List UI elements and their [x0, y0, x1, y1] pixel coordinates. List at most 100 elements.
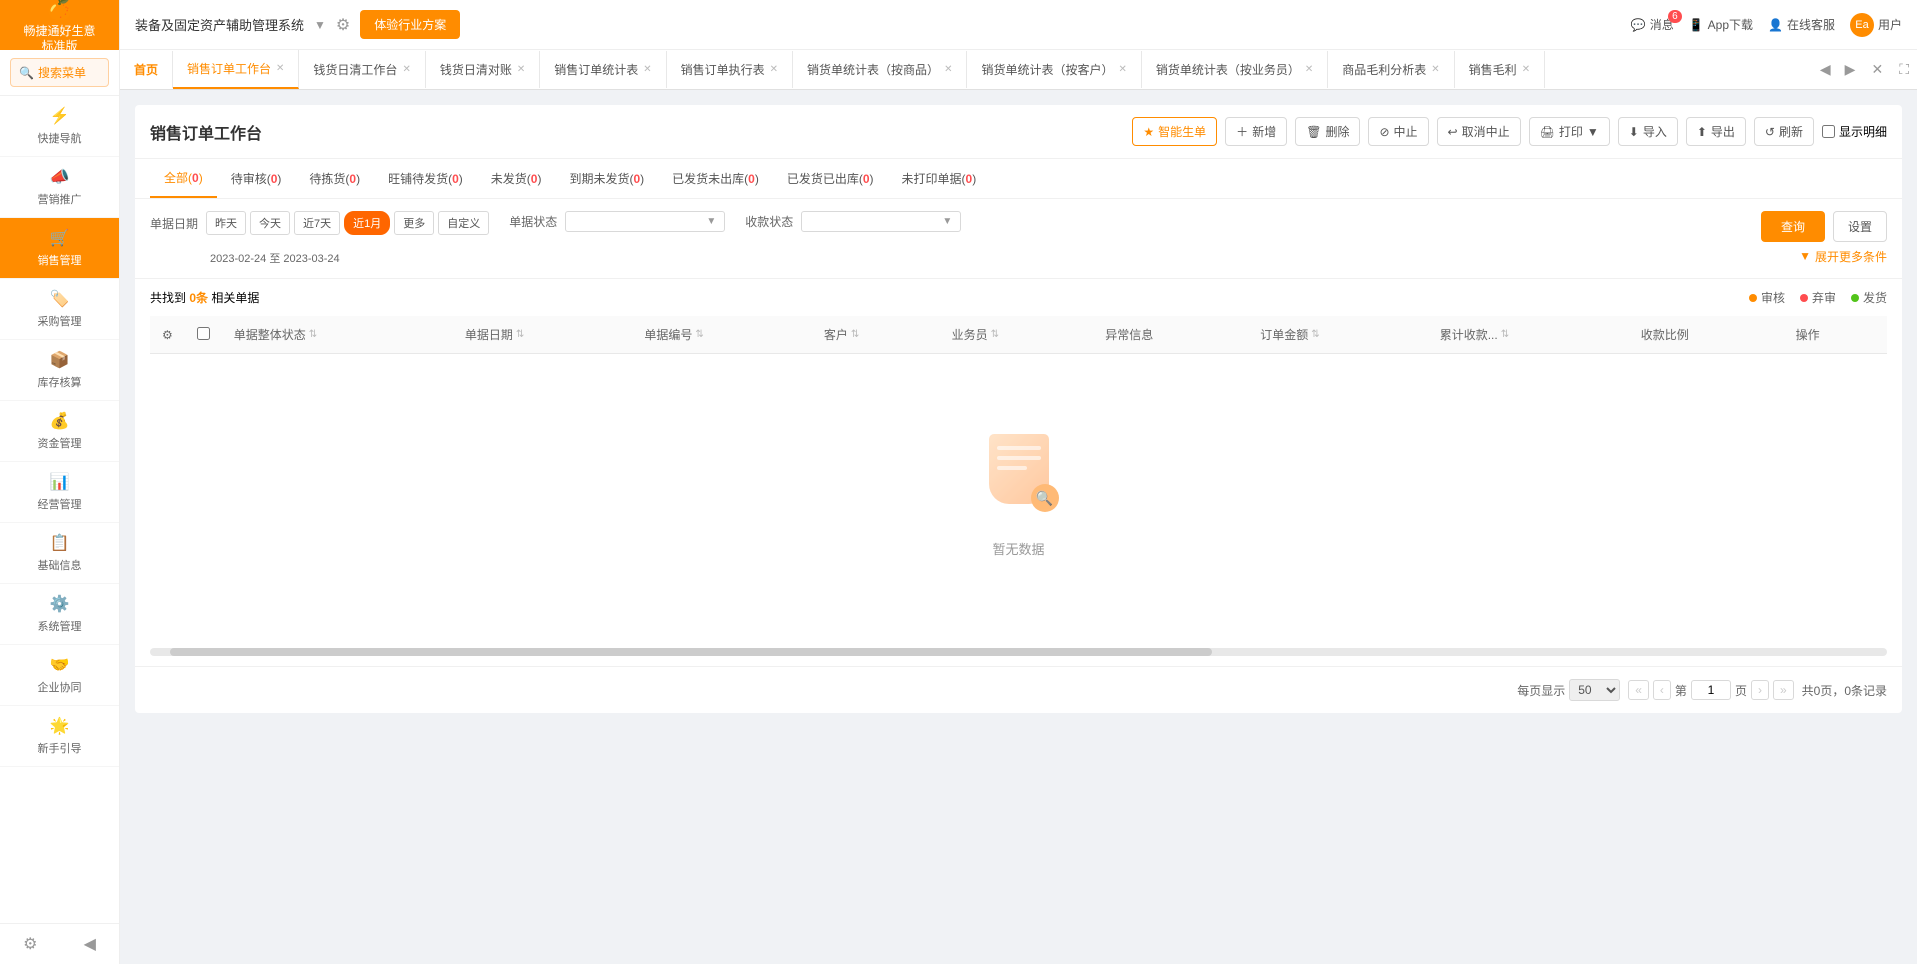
- scrollbar-thumb[interactable]: [170, 648, 1212, 656]
- table-col-date[interactable]: 单据日期⇅: [453, 316, 632, 354]
- horizontal-scrollbar[interactable]: [150, 648, 1887, 656]
- import-button[interactable]: ⬇ 导入: [1618, 117, 1678, 146]
- tab-sales-order[interactable]: 销售订单工作台✕: [173, 50, 299, 89]
- close-tab-sales-stat-icon[interactable]: ✕: [643, 64, 651, 75]
- tab-sales-stat-product[interactable]: 销货单统计表（按商品）✕: [793, 51, 967, 88]
- table-settings-col[interactable]: ⚙: [150, 316, 185, 354]
- tab-sales-stat[interactable]: 销售订单统计表✕: [540, 51, 666, 88]
- table-col-number[interactable]: 单据编号⇅: [632, 316, 811, 354]
- sort-number[interactable]: 单据编号⇅: [644, 326, 799, 343]
- date-btn-自定义[interactable]: 自定义: [438, 211, 489, 235]
- date-btn-近7天[interactable]: 近7天: [294, 211, 340, 235]
- tab-gross-margin[interactable]: 商品毛利分析表✕: [1328, 51, 1454, 88]
- sub-tab-unshipped[interactable]: 未发货(0): [477, 160, 556, 197]
- message-button[interactable]: 💬 6 消息: [1631, 16, 1674, 33]
- sidebar-item-enterprise[interactable]: 🤝企业协同: [0, 645, 119, 706]
- sort-staff[interactable]: 业务员⇅: [952, 326, 1082, 343]
- tab-scroll-left-icon[interactable]: ◀: [1814, 61, 1837, 78]
- sidebar-item-purchase[interactable]: 🏷️采购管理: [0, 279, 119, 340]
- close-tab-sales-stat-product-icon[interactable]: ✕: [944, 64, 952, 75]
- setting-button[interactable]: 设置: [1833, 211, 1887, 242]
- first-page-button[interactable]: «: [1628, 680, 1649, 700]
- tab-home[interactable]: 首页: [120, 51, 173, 88]
- sort-status[interactable]: 单据整体状态⇅: [234, 326, 441, 343]
- table-col-customer[interactable]: 客户⇅: [812, 316, 940, 354]
- ship-button[interactable]: 发货: [1851, 289, 1887, 306]
- date-btn-昨天[interactable]: 昨天: [206, 211, 246, 235]
- print-button[interactable]: 🖨 打印 ▼: [1529, 117, 1610, 146]
- sub-tab-all[interactable]: 全部(0): [150, 159, 217, 198]
- cancel-review-button[interactable]: 弃审: [1800, 289, 1836, 306]
- next-page-button[interactable]: ›: [1751, 680, 1769, 700]
- table-col-amount[interactable]: 订单金额⇅: [1248, 316, 1427, 354]
- add-button[interactable]: ＋ 新增: [1225, 117, 1287, 146]
- search-menu-button[interactable]: 🔍 搜索菜单: [10, 58, 109, 87]
- close-tab-sales-stat-staff-icon[interactable]: ✕: [1305, 64, 1313, 75]
- sidebar-item-system[interactable]: ⚙️系统管理: [0, 584, 119, 645]
- sub-tab-pending-review[interactable]: 待审核(0): [217, 160, 296, 197]
- export-button[interactable]: ⬆ 导出: [1686, 117, 1746, 146]
- last-page-button[interactable]: »: [1773, 680, 1794, 700]
- table-col-status[interactable]: 单据整体状态⇅: [222, 316, 453, 354]
- tab-sales-more[interactable]: 销售毛利✕: [1455, 51, 1545, 88]
- close-tab-cash-reconcile-icon[interactable]: ✕: [517, 64, 525, 75]
- show-detail-toggle[interactable]: 显示明细: [1822, 123, 1887, 140]
- stop-button[interactable]: ⊘ 中止: [1368, 117, 1428, 146]
- online-service-button[interactable]: 👤 在线客服: [1768, 16, 1835, 33]
- sub-tab-overdue-unshipped[interactable]: 到期未发货(0): [555, 160, 658, 197]
- table-col-collected[interactable]: 累计收款...⇅: [1428, 316, 1629, 354]
- sub-tab-wangpu-ship[interactable]: 旺铺待发货(0): [374, 160, 477, 197]
- close-tab-sales-exec-icon[interactable]: ✕: [770, 64, 778, 75]
- table-col-staff[interactable]: 业务员⇅: [940, 316, 1094, 354]
- sidebar-item-quick-nav[interactable]: ⚡快捷导航: [0, 96, 119, 157]
- close-tab-gross-margin-icon[interactable]: ✕: [1431, 64, 1439, 75]
- date-btn-近1月[interactable]: 近1月: [344, 211, 390, 235]
- sub-tab-shipped-out[interactable]: 已发货已出库(0): [773, 160, 888, 197]
- tab-close-all-icon[interactable]: ✕: [1863, 53, 1891, 86]
- refresh-button[interactable]: ↺ 刷新: [1754, 117, 1814, 146]
- payment-select[interactable]: ▼: [801, 211, 961, 232]
- delete-button[interactable]: 🗑 删除: [1295, 117, 1360, 146]
- sidebar-item-guide[interactable]: 🌟新手引导: [0, 706, 119, 767]
- trial-button[interactable]: 体验行业方案: [360, 10, 460, 39]
- status-select[interactable]: ▼: [565, 211, 725, 232]
- table-checkbox-col[interactable]: [185, 316, 222, 354]
- prev-page-button[interactable]: ‹: [1653, 680, 1671, 700]
- gear-icon[interactable]: ⚙: [336, 15, 350, 35]
- close-tab-cash-daily-icon[interactable]: ✕: [402, 64, 410, 75]
- sidebar-item-finance[interactable]: 💰资金管理: [0, 401, 119, 462]
- page-number-input[interactable]: [1691, 680, 1731, 700]
- tab-cash-reconcile[interactable]: 钱货日清对账✕: [426, 51, 540, 88]
- sub-tab-shipped-no-out[interactable]: 已发货未出库(0): [658, 160, 773, 197]
- app-download-button[interactable]: 📱 App下载: [1689, 16, 1753, 33]
- cancel-stop-button[interactable]: ↩ 取消中止: [1437, 117, 1521, 146]
- page-size-select[interactable]: 102050100: [1569, 679, 1620, 701]
- collapse-icon[interactable]: ◀: [84, 934, 96, 954]
- sub-tab-pending-inspect[interactable]: 待拣货(0): [295, 160, 374, 197]
- close-tab-sales-order-icon[interactable]: ✕: [276, 63, 284, 74]
- tab-sales-exec[interactable]: 销售订单执行表✕: [667, 51, 793, 88]
- show-detail-checkbox[interactable]: [1822, 125, 1835, 138]
- tab-sales-stat-customer[interactable]: 销货单统计表（按客户）✕: [967, 51, 1141, 88]
- sidebar-item-operation[interactable]: 📊经营管理: [0, 462, 119, 523]
- tab-cash-daily[interactable]: 钱货日清工作台✕: [299, 51, 425, 88]
- close-tab-sales-more-icon[interactable]: ✕: [1522, 64, 1530, 75]
- sidebar-item-marketing[interactable]: 📣营销推广: [0, 157, 119, 218]
- expand-filter-button[interactable]: ▼ 展开更多条件: [1799, 248, 1887, 265]
- select-all-checkbox[interactable]: [197, 327, 210, 340]
- settings-icon[interactable]: ⚙: [23, 934, 37, 954]
- sort-customer[interactable]: 客户⇅: [824, 326, 928, 343]
- date-btn-今天[interactable]: 今天: [250, 211, 290, 235]
- date-btn-更多[interactable]: 更多: [394, 211, 434, 235]
- sort-amount[interactable]: 订单金额⇅: [1260, 326, 1415, 343]
- review-button[interactable]: 审核: [1749, 289, 1785, 306]
- tab-scroll-right-icon[interactable]: ▶: [1837, 53, 1864, 86]
- sidebar-item-basic[interactable]: 📋基础信息: [0, 523, 119, 584]
- dropdown-arrow-icon[interactable]: ▼: [314, 18, 326, 32]
- user-menu[interactable]: Ea 用户: [1850, 13, 1902, 37]
- tab-sales-stat-staff[interactable]: 销货单统计表（按业务员）✕: [1142, 51, 1328, 88]
- close-tab-sales-stat-customer-icon[interactable]: ✕: [1118, 64, 1126, 75]
- sidebar-item-inventory[interactable]: 📦库存核算: [0, 340, 119, 401]
- smart-create-button[interactable]: ★ 智能生单: [1132, 117, 1217, 146]
- app-logo[interactable]: 🍊 畅捷通好生意标准版: [0, 0, 119, 50]
